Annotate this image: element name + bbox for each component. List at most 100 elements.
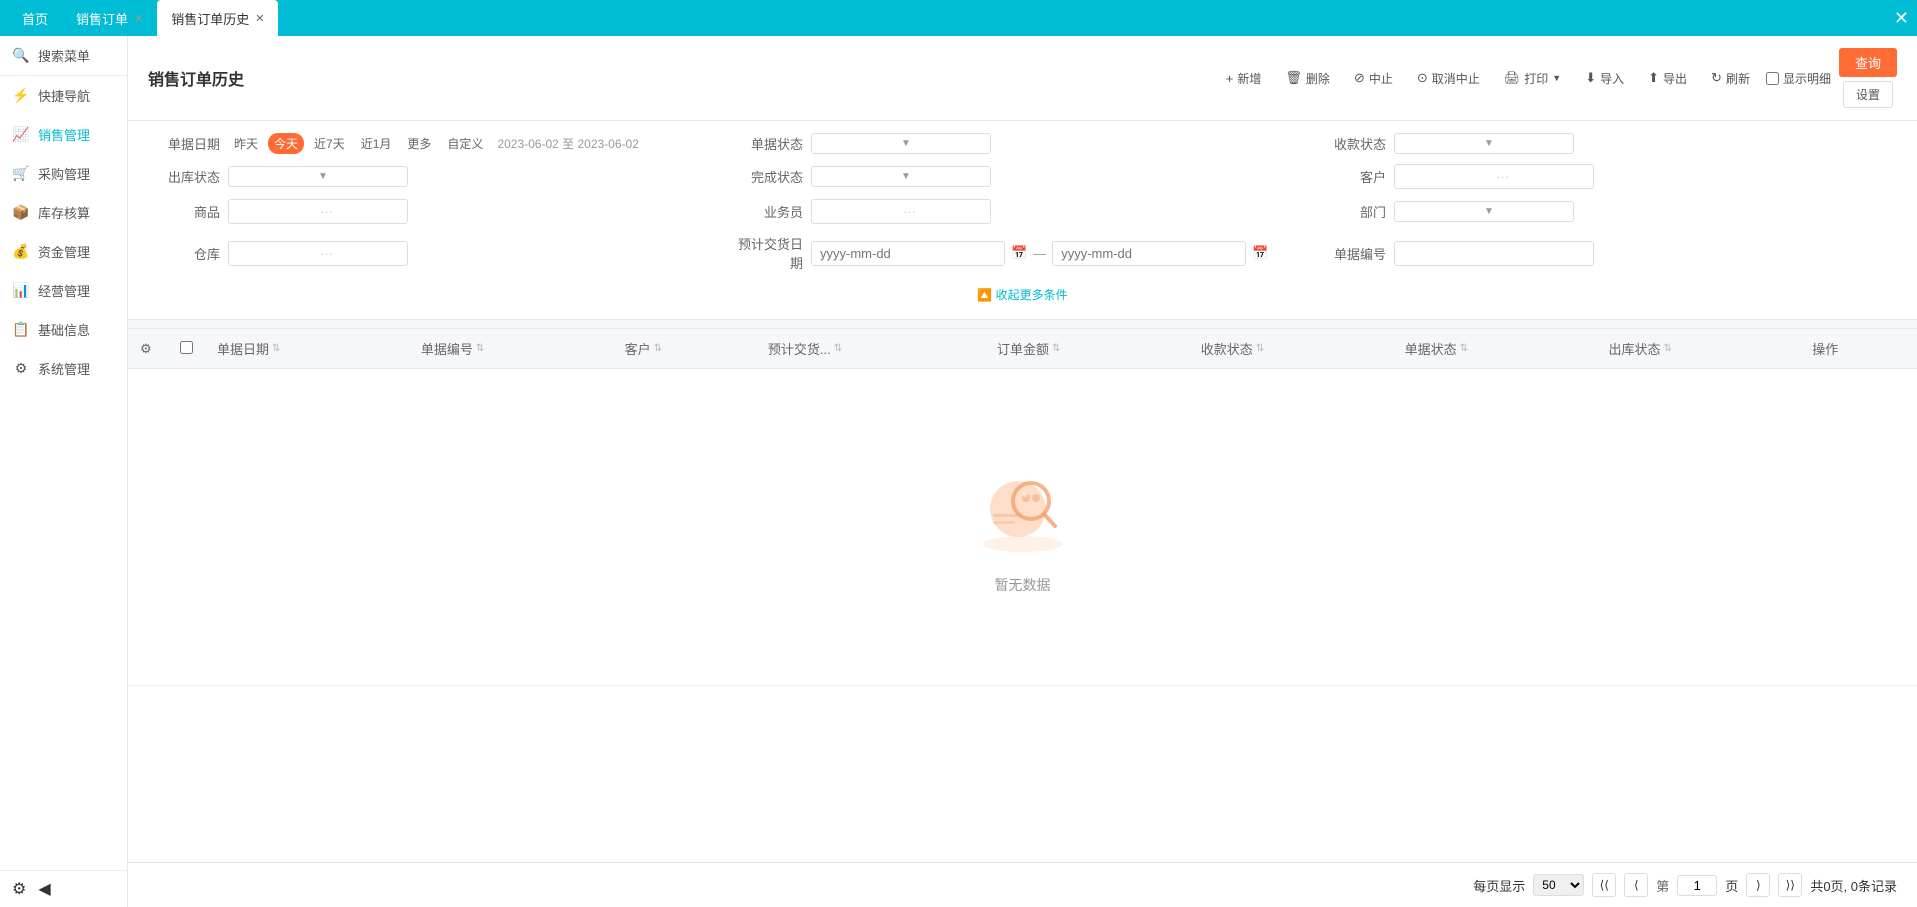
purchase-icon: 🛒 (12, 165, 30, 183)
salesperson-label: 业务员 (731, 202, 811, 221)
refresh-icon: ↻ (1711, 70, 1722, 86)
col-payment[interactable]: 收款状态 ⇅ (1189, 329, 1393, 369)
sidebar-search[interactable]: 🔍 搜索菜单 (0, 36, 127, 76)
export-button[interactable]: ⬆ 导出 (1640, 66, 1695, 91)
col-outbound[interactable]: 出库状态 ⇅ (1596, 329, 1800, 369)
stop-icon: ⊘ (1354, 70, 1365, 86)
expected-date-end[interactable] (1052, 241, 1246, 266)
delete-button[interactable]: 🗑 删除 (1277, 66, 1338, 91)
bill-number-field (1394, 241, 1897, 266)
product-more[interactable]: ··· (320, 204, 399, 219)
sidebar-settings-icon[interactable]: ⚙ (12, 879, 26, 899)
warehouse-select[interactable]: ··· (228, 241, 408, 266)
sidebar-bottom: ⚙ ◀ (0, 870, 127, 907)
cancel-stop-button[interactable]: ⊙ 取消中止 (1409, 66, 1488, 91)
page-header: 销售订单历史 + 新增 🗑 删除 ⊘ 中止 ⊙ 取消中止 (128, 36, 1917, 121)
sidebar-item-quick-nav[interactable]: ⚡ 快捷导航 (0, 76, 127, 115)
warehouse-field: ··· (228, 241, 731, 266)
bill-number-input[interactable] (1394, 241, 1594, 266)
prev-page-button[interactable]: ⟨ (1624, 873, 1648, 897)
display-toggle-checkbox[interactable] (1766, 72, 1779, 85)
expected-date-start[interactable] (811, 241, 1005, 266)
complete-status-select[interactable]: ▼ (811, 166, 991, 187)
date-btn-7days[interactable]: 近7天 (308, 133, 351, 154)
add-icon: + (1226, 71, 1234, 86)
warehouse-more[interactable]: ··· (320, 246, 399, 261)
tab-home[interactable]: 首页 (8, 0, 62, 36)
tab-sales-history[interactable]: 销售订单历史 ✕ (157, 0, 278, 36)
page-number-input[interactable] (1677, 875, 1717, 896)
tab-sales-history-close[interactable]: ✕ (255, 12, 264, 25)
collapse-bar[interactable]: 🔼 收起更多条件 (148, 282, 1897, 307)
select-all-checkbox[interactable] (180, 341, 193, 354)
sidebar-item-business[interactable]: 📊 经营管理 (0, 271, 127, 310)
col-amount[interactable]: 订单金额 ⇅ (985, 329, 1189, 369)
salesperson-field: ··· (811, 199, 1314, 224)
salesperson-select[interactable]: ··· (811, 199, 991, 224)
query-button[interactable]: 查询 (1839, 48, 1897, 77)
outbound-status-select[interactable]: ▼ (228, 166, 408, 187)
complete-status-field: ▼ (811, 166, 1314, 187)
import-button[interactable]: ⬇ 导入 (1577, 66, 1632, 91)
data-table: ⚙ 单据日期 ⇅ 单据编号 (128, 328, 1917, 686)
bill-status-select[interactable]: ▼ (811, 133, 991, 154)
column-settings[interactable]: ⚙ (128, 329, 168, 369)
department-select[interactable]: ▼ (1394, 201, 1574, 222)
col-customer[interactable]: 客户 ⇅ (613, 329, 756, 369)
display-toggle[interactable]: 显示明细 (1766, 70, 1831, 87)
sort-expected-icon: ⇅ (834, 343, 842, 354)
col-bill-status[interactable]: 单据状态 ⇅ (1393, 329, 1597, 369)
page-size-select[interactable]: 50 20 100 (1533, 874, 1584, 896)
customer-more[interactable]: ··· (1496, 169, 1585, 184)
date-btn-more[interactable]: 更多 (401, 133, 437, 154)
first-page-button[interactable]: ⟨⟨ (1592, 873, 1616, 897)
date-btn-today[interactable]: 今天 (268, 133, 304, 154)
customer-label: 客户 (1314, 167, 1394, 186)
tab-sales-order-close[interactable]: ✕ (134, 12, 143, 25)
sidebar-item-sales[interactable]: 📈 销售管理 (0, 115, 127, 154)
empty-state-cell: 暂无数据 (128, 369, 1917, 686)
department-label: 部门 (1314, 202, 1394, 221)
next-page-button[interactable]: ⟩ (1746, 873, 1770, 897)
product-select[interactable]: ··· (228, 199, 408, 224)
filter-row-1: 单据日期 昨天 今天 近7天 近1月 更多 自定义 2023-06-02 至 2… (148, 133, 1897, 154)
quick-nav-icon: ⚡ (12, 87, 30, 105)
delete-icon: 🗑 (1285, 70, 1302, 86)
complete-arrow: ▼ (901, 171, 982, 182)
tab-sales-order[interactable]: 销售订单 ✕ (62, 0, 157, 36)
col-number[interactable]: 单据编号 ⇅ (409, 329, 613, 369)
payment-status-label: 收款状态 (1314, 134, 1394, 153)
window-close-button[interactable]: ✕ (1894, 8, 1909, 29)
import-icon: ⬇ (1585, 70, 1596, 86)
setting-button[interactable]: 设置 (1843, 81, 1893, 108)
col-expected[interactable]: 预计交货... ⇅ (756, 329, 985, 369)
sidebar-item-purchase[interactable]: 🛒 采购管理 (0, 154, 127, 193)
filter-area: 单据日期 昨天 今天 近7天 近1月 更多 自定义 2023-06-02 至 2… (128, 121, 1917, 320)
date-btn-custom[interactable]: 自定义 (441, 133, 489, 154)
date-btn-yesterday[interactable]: 昨天 (228, 133, 264, 154)
sidebar-collapse-icon[interactable]: ◀ (38, 879, 50, 899)
sidebar-item-basic-info[interactable]: 📋 基础信息 (0, 310, 127, 349)
payment-status-select[interactable]: ▼ (1394, 133, 1574, 154)
last-page-button[interactable]: ⟩⟩ (1778, 873, 1802, 897)
customer-field: ··· (1394, 164, 1897, 189)
add-button[interactable]: + 新增 (1218, 66, 1270, 91)
print-button[interactable]: 🖨 打印 ▼ (1496, 66, 1569, 91)
col-date[interactable]: 单据日期 ⇅ (205, 329, 409, 369)
date-filter-field: 昨天 今天 近7天 近1月 更多 自定义 2023-06-02 至 2023-0… (228, 133, 731, 154)
print-icon: 🖨 (1504, 70, 1521, 86)
sidebar-item-system[interactable]: ⚙ 系统管理 (0, 349, 127, 388)
empty-text: 暂无数据 (995, 575, 1051, 595)
sidebar-item-inventory[interactable]: 📦 库存核算 (0, 193, 127, 232)
expected-date-label: 预计交货日期 (731, 234, 811, 272)
date-btn-1month[interactable]: 近1月 (355, 133, 398, 154)
outbound-arrow: ▼ (318, 171, 399, 182)
customer-select[interactable]: ··· (1394, 164, 1594, 189)
salesperson-more[interactable]: ··· (903, 204, 982, 219)
pagination: 每页显示 50 20 100 ⟨⟨ ⟨ 第 页 ⟩ ⟩⟩ 共0页, 0条记录 (128, 862, 1917, 907)
stop-button[interactable]: ⊘ 中止 (1346, 66, 1401, 91)
column-checkbox[interactable] (168, 329, 205, 369)
refresh-button[interactable]: ↻ 刷新 (1703, 66, 1758, 91)
sidebar-item-finance[interactable]: 💰 资金管理 (0, 232, 127, 271)
date-label: 单据日期 (148, 134, 228, 153)
